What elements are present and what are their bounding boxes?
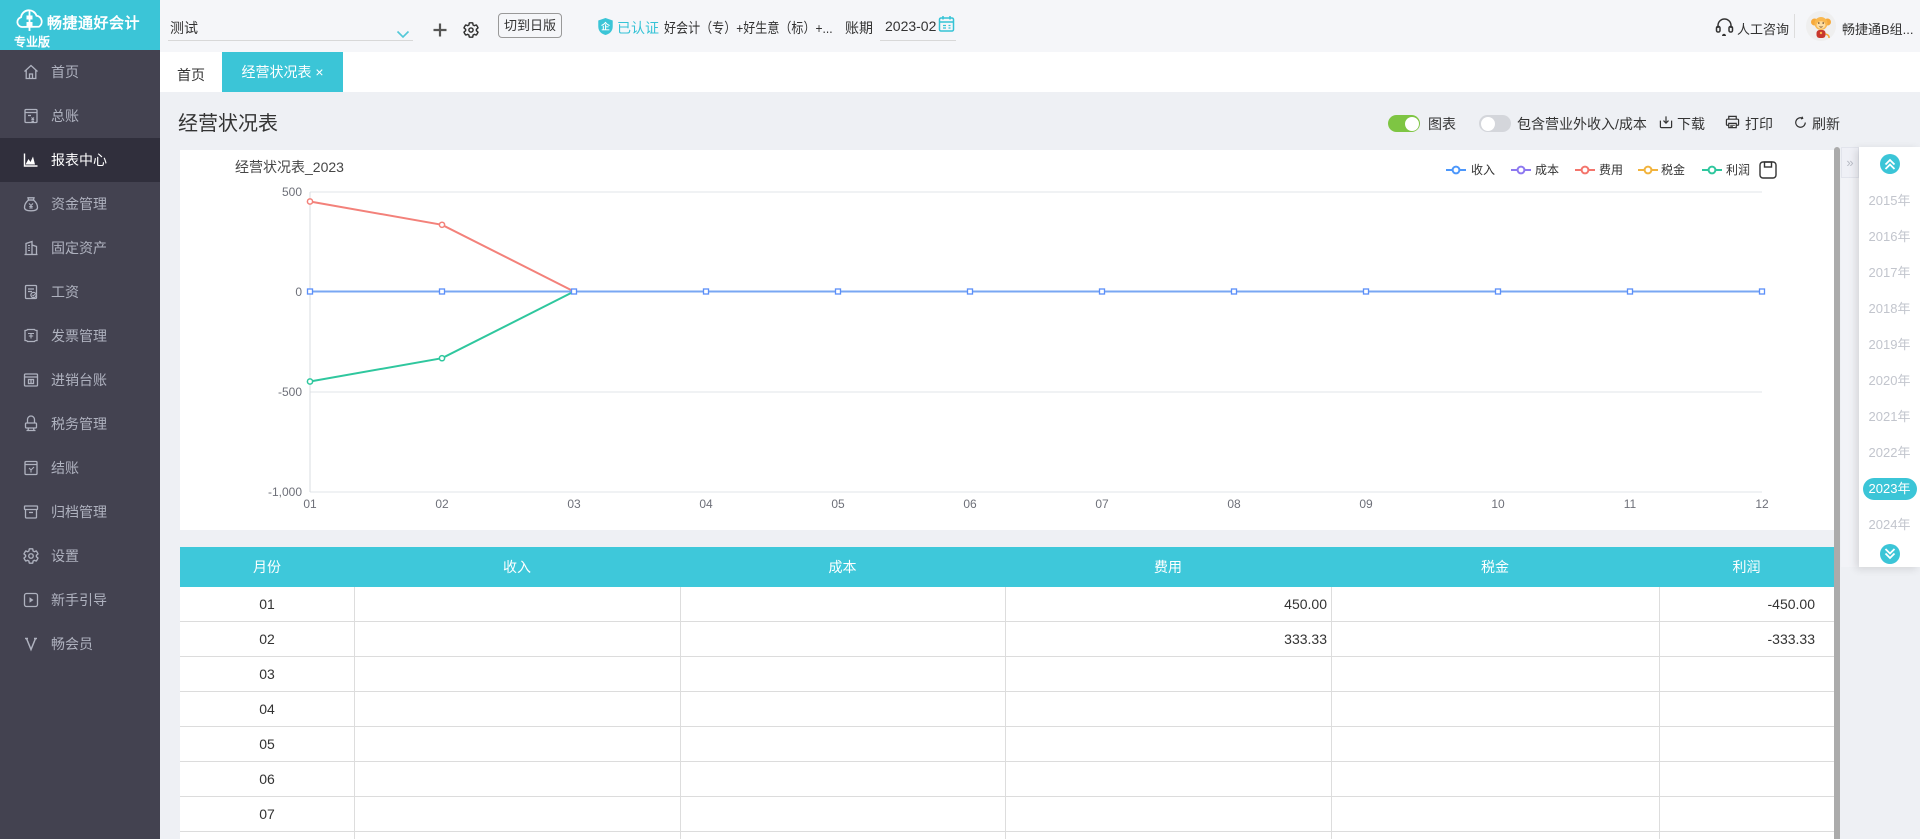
svg-text:06: 06: [963, 497, 977, 511]
svg-text:-1,000: -1,000: [268, 485, 302, 499]
svg-text:01: 01: [303, 497, 317, 511]
svg-text:09: 09: [1359, 497, 1373, 511]
svg-text:11: 11: [1624, 497, 1637, 511]
svg-text:0: 0: [295, 285, 302, 299]
svg-text:收入: 收入: [1471, 163, 1495, 177]
svg-text:500: 500: [282, 185, 302, 199]
svg-text:税金: 税金: [1661, 162, 1685, 177]
svg-text:利润: 利润: [1726, 163, 1750, 177]
svg-text:05: 05: [831, 497, 845, 511]
svg-text:经营状况表_2023: 经营状况表_2023: [235, 159, 344, 175]
svg-text:-500: -500: [278, 385, 302, 399]
svg-text:03: 03: [567, 497, 581, 511]
svg-text:08: 08: [1227, 497, 1241, 511]
svg-text:10: 10: [1491, 497, 1505, 511]
svg-text:费用: 费用: [1599, 163, 1623, 177]
svg-text:02: 02: [435, 497, 449, 511]
svg-text:07: 07: [1095, 497, 1109, 511]
svg-text:企: 企: [600, 22, 610, 32]
svg-text:12: 12: [1755, 497, 1769, 511]
svg-text:04: 04: [699, 497, 713, 511]
svg-text:成本: 成本: [1535, 163, 1559, 177]
